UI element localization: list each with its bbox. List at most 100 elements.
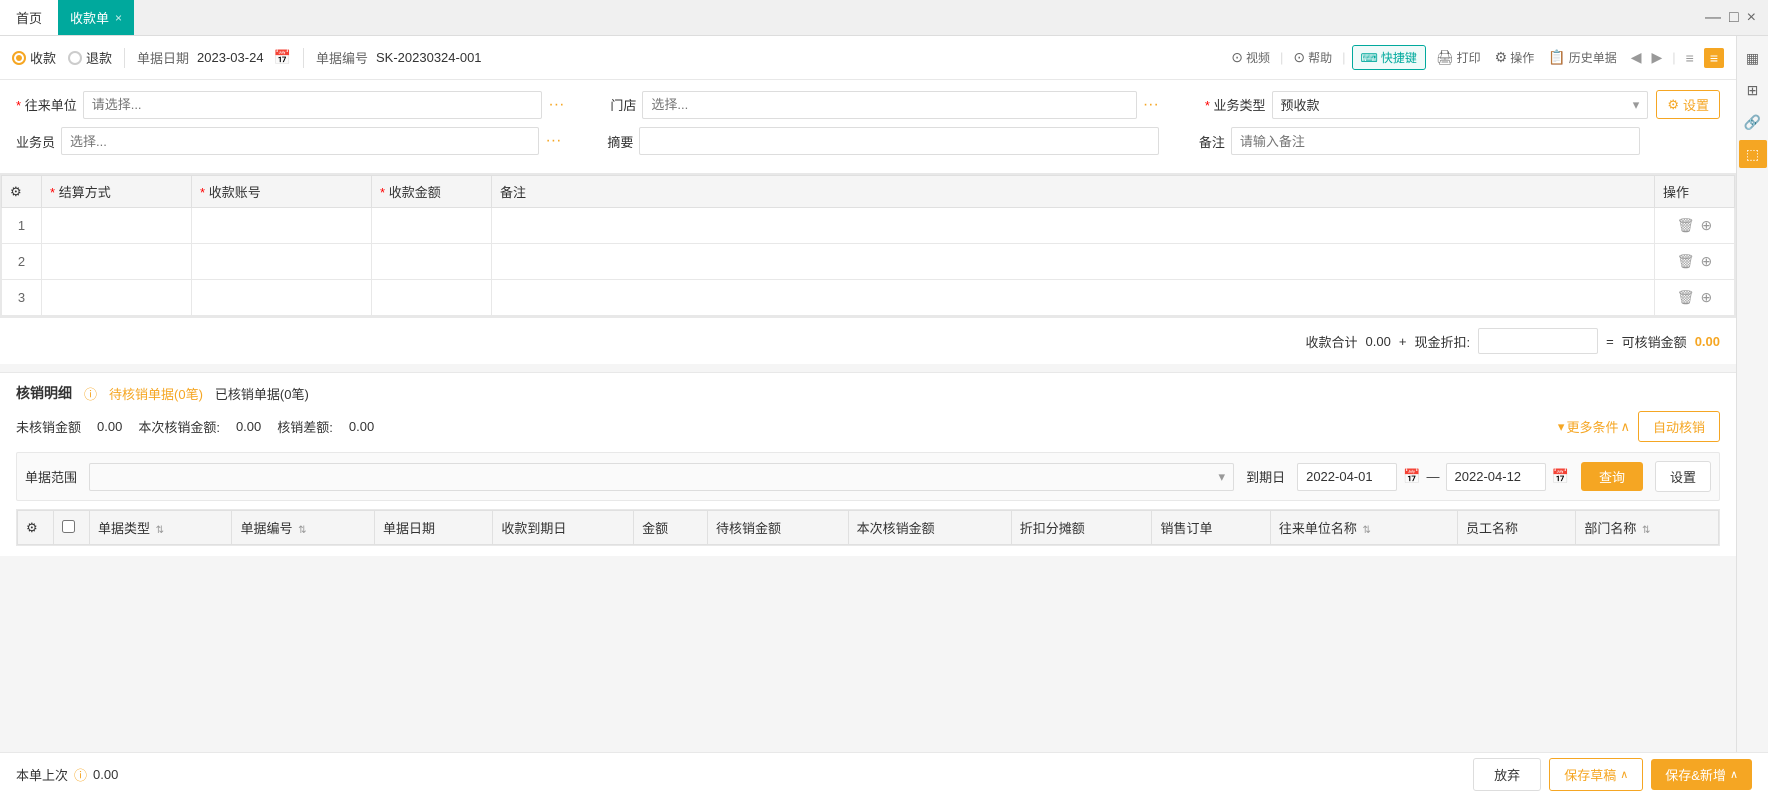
header-gear[interactable]: ⚙	[2, 176, 42, 208]
draft-arrow-icon: ∧	[1620, 768, 1628, 781]
settings-button[interactable]: ⚙ 设置	[1656, 90, 1720, 119]
partner-input[interactable]	[83, 91, 543, 119]
this-time-value: 0.00	[236, 419, 261, 434]
business-type-select[interactable]: 预收款 ▾	[1272, 91, 1649, 119]
store-input[interactable]	[642, 91, 1136, 119]
maximize-button[interactable]: □	[1729, 9, 1739, 27]
menu-icon[interactable]: ≡	[1682, 48, 1698, 68]
row-1-settle-input[interactable]	[42, 208, 191, 243]
row-1-amount-input[interactable]	[372, 208, 491, 243]
row-1-settle	[42, 208, 192, 244]
list-view-icon[interactable]: ≡	[1704, 48, 1724, 68]
sidebar-icon-4[interactable]: ⬚	[1739, 140, 1767, 168]
remark-input[interactable]	[1231, 127, 1640, 155]
due-date-start-input[interactable]	[1297, 463, 1397, 491]
due-date-label: 到期日	[1246, 467, 1291, 486]
done-tag[interactable]: 已核销单据(0笔)	[215, 384, 309, 403]
form-area: * 往来单位 ··· 门店 ··· *	[0, 80, 1736, 174]
tab-close-icon[interactable]: ×	[115, 11, 122, 25]
history-button[interactable]: 📋 历史单据	[1544, 47, 1620, 68]
row-3-settle-input[interactable]	[42, 280, 191, 315]
footer-info-icon[interactable]: ⓘ	[74, 765, 87, 784]
row-num-1: 1	[2, 208, 42, 244]
row-2-copy-icon[interactable]: ⊕	[1701, 253, 1713, 270]
staff-more-button[interactable]: ···	[539, 132, 567, 150]
business-type-label: * 业务类型	[1205, 95, 1272, 114]
row-3-remark-input[interactable]	[492, 280, 1654, 315]
range-label: 单据范围	[25, 467, 83, 486]
partner-sort-icon[interactable]: ⇅	[1363, 525, 1371, 536]
bottom-header-pending: 待核销金额	[707, 511, 848, 545]
prev-arrow[interactable]: ◀	[1627, 47, 1646, 68]
row-2-settle-input[interactable]	[42, 244, 191, 279]
row-3-account-input[interactable]	[192, 280, 371, 315]
query-button[interactable]: 查询	[1581, 462, 1643, 491]
bottom-header-check	[54, 511, 90, 545]
video-button[interactable]: ⊙ 视频	[1227, 47, 1274, 68]
row-2-delete-icon[interactable]: 🗑	[1677, 253, 1695, 270]
more-conditions-link[interactable]: ▾ 更多条件 ∧	[1558, 417, 1630, 436]
range-select[interactable]: ▾	[89, 463, 1234, 491]
row-3-delete-icon[interactable]: 🗑	[1677, 289, 1695, 306]
close-window-button[interactable]: ×	[1747, 9, 1756, 27]
pending-tag[interactable]: 待核销单据(0笔)	[109, 384, 203, 403]
next-arrow[interactable]: ▶	[1647, 47, 1666, 68]
summary-input[interactable]	[639, 127, 1158, 155]
row-num-3: 3	[2, 280, 42, 316]
row-2-remark	[492, 244, 1655, 280]
save-new-button[interactable]: 保存&新增 ∧	[1651, 759, 1752, 790]
row-1-remark-input[interactable]	[492, 208, 1654, 243]
main-table-container: ⚙ * 结算方式 * 收款账号 * 收款金额 备注	[0, 174, 1736, 317]
refund-radio[interactable]: 退款	[68, 48, 112, 67]
number-sort-icon[interactable]: ⇅	[298, 525, 306, 536]
total-value: 0.00	[1366, 334, 1391, 349]
operation-label: 操作	[1510, 49, 1534, 66]
row-2-account-input[interactable]	[192, 244, 371, 279]
tab-home[interactable]: 首页	[0, 0, 58, 35]
sidebar-icon-3[interactable]: 🔗	[1739, 108, 1767, 136]
table-header-row: ⚙ * 结算方式 * 收款账号 * 收款金额 备注	[2, 176, 1735, 208]
footer-order-value: 0.00	[93, 767, 118, 782]
verify-info-icon[interactable]: ⓘ	[84, 384, 97, 403]
save-new-arrow-icon: ∧	[1730, 768, 1738, 781]
row-2-remark-input[interactable]	[492, 244, 1654, 279]
partner-more-button[interactable]: ···	[542, 96, 570, 114]
type-sort-icon[interactable]: ⇅	[156, 525, 164, 536]
operation-button[interactable]: ⚙ 操作	[1491, 47, 1539, 68]
minimize-button[interactable]: —	[1705, 9, 1721, 27]
due-date-start-calendar-icon[interactable]: 📅	[1403, 468, 1420, 485]
draft-button[interactable]: 保存草稿 ∧	[1549, 758, 1643, 791]
row-3-amount-input[interactable]	[372, 280, 491, 315]
help-button[interactable]: ⊙ 帮助	[1289, 47, 1336, 68]
staff-input[interactable]	[61, 127, 539, 155]
bottom-table: ⚙ 单据类型 ⇅ 单据编号 ⇅	[17, 510, 1719, 545]
tab-current[interactable]: 收款单 ×	[58, 0, 134, 35]
form-row-2: 业务员 ··· 摘要 备注	[16, 127, 1720, 155]
set-button[interactable]: 设置	[1655, 461, 1711, 492]
auto-verify-button[interactable]: 自动核销	[1638, 411, 1720, 442]
sidebar-icon-2[interactable]: ⊞	[1739, 76, 1767, 104]
due-date-end-input[interactable]	[1446, 463, 1546, 491]
bottom-header-partner: 往来单位名称 ⇅	[1270, 511, 1457, 545]
row-1-account-input[interactable]	[192, 208, 371, 243]
print-button[interactable]: 🖨 打印	[1432, 47, 1485, 68]
dept-sort-icon[interactable]: ⇅	[1642, 525, 1650, 536]
row-3-copy-icon[interactable]: ⊕	[1701, 289, 1713, 306]
store-more-button[interactable]: ···	[1137, 96, 1165, 114]
calendar-icon[interactable]: 📅	[274, 49, 291, 66]
due-date-end-calendar-icon[interactable]: 📅	[1552, 468, 1569, 485]
row-1-copy-icon[interactable]: ⊕	[1701, 217, 1713, 234]
content-wrapper: 收款 退款 单据日期 2023-03-24 📅 单据编号 SK-20230324…	[0, 36, 1768, 556]
select-all-checkbox[interactable]	[62, 520, 75, 533]
discount-input[interactable]	[1478, 328, 1598, 354]
verify-header: 核销明细 ⓘ 待核销单据(0笔) 已核销单据(0笔)	[16, 383, 1720, 403]
row-1-delete-icon[interactable]: 🗑	[1677, 217, 1695, 234]
row-2-amount-input[interactable]	[372, 244, 491, 279]
store-label: 门店	[610, 95, 642, 114]
bottom-header-gear[interactable]: ⚙	[18, 511, 54, 545]
save-new-label: 保存&新增	[1665, 765, 1726, 784]
abandon-button[interactable]: 放弃	[1473, 758, 1541, 791]
shortcut-button[interactable]: ⌨ 快捷键	[1352, 45, 1426, 70]
sidebar-icon-1[interactable]: ▦	[1739, 44, 1767, 72]
receipt-radio[interactable]: 收款	[12, 48, 56, 67]
